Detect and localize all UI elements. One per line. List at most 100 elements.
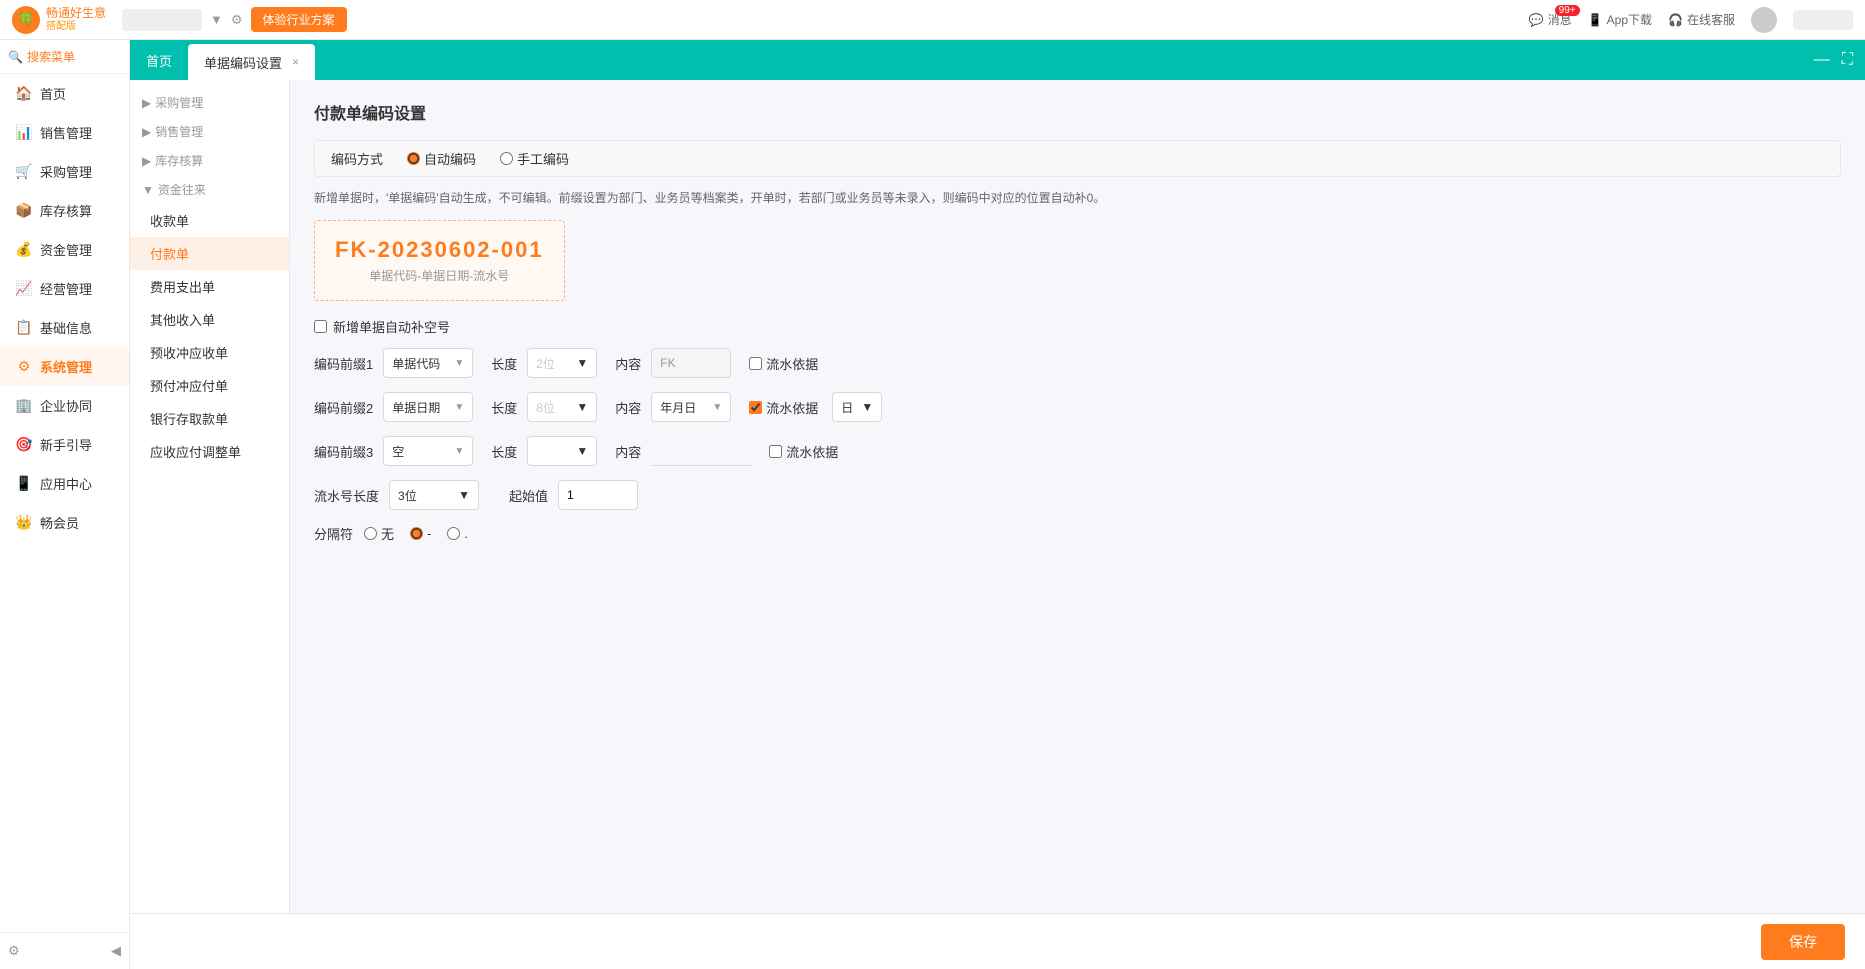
user-avatar[interactable] (1751, 7, 1777, 33)
sidebar-item-purchase[interactable]: 🛒 采购管理 (0, 152, 129, 191)
info-text: 新增单据时，'单据编码'自动生成，不可编辑。前缀设置为部门、业务员等档案类，开单… (314, 189, 1841, 208)
subnav-arrow-inventory: ▶ (142, 154, 151, 168)
search-menu-btn[interactable]: 🔍 搜索菜单 (0, 40, 129, 74)
code-preview-sub: 单据代码-单据日期-流水号 (335, 267, 544, 284)
prefix2-liushui-check[interactable]: 流水依据 (749, 398, 818, 417)
subnav-item-yingshou[interactable]: 应收应付调整单 (130, 435, 289, 468)
sep-option-dash[interactable]: - (410, 526, 431, 541)
serial-length-select[interactable]: 3位 ▼ (389, 480, 479, 510)
sidebar-collapse-icon[interactable]: ◀ (111, 943, 121, 959)
prefix3-content-input[interactable] (651, 436, 751, 466)
system-icon: ⚙ (16, 359, 32, 375)
top-bar-left: 🍀 畅通好生意 搭配版 ▼ ⚙ 体验行业方案 (12, 6, 347, 34)
settings-icon[interactable]: ⚙ (231, 12, 243, 28)
tab-minimize-btn[interactable]: — (1810, 47, 1834, 73)
prefix3-liushui-checkbox[interactable] (769, 445, 782, 458)
sep-dot-radio[interactable] (447, 527, 460, 540)
subnav-group-inventory-title[interactable]: ▶ 库存核算 (130, 146, 289, 175)
manual-code-option[interactable]: 手工编码 (500, 149, 569, 168)
sidebar-item-enterprise[interactable]: 🏢 企业协同 (0, 386, 129, 425)
subnav-item-shoukuan[interactable]: 收款单 (130, 204, 289, 237)
subnav-item-yinhang[interactable]: 银行存取款单 (130, 402, 289, 435)
prefix1-length-arrow-icon: ▼ (576, 356, 588, 370)
prefix3-liushui-check[interactable]: 流水依据 (769, 442, 838, 461)
subnav-item-fukuan[interactable]: 付款单 (130, 237, 289, 270)
tab-maximize-btn[interactable]: ⛶ (1838, 47, 1857, 73)
page-title: 付款单编码设置 (314, 100, 1841, 124)
online-service-btn[interactable]: 🎧在线客服 (1668, 11, 1735, 28)
prefix3-content-label: 内容 (615, 442, 641, 461)
start-value-label: 起始值 (509, 486, 548, 505)
finance-icon: 💰 (16, 242, 32, 258)
prefix2-length-select[interactable]: 8位 ▼ (527, 392, 597, 422)
brand: 🍀 畅通好生意 搭配版 (12, 6, 106, 34)
prefix3-length-label: 长度 (491, 442, 517, 461)
app-download-btn[interactable]: 📱App下载 (1588, 11, 1652, 28)
subnav-item-yuchong1[interactable]: 预收冲应收单 (130, 336, 289, 369)
top-bar-nav: ▼ ⚙ (122, 9, 243, 31)
tab-home[interactable]: 首页 (130, 40, 188, 80)
cta-button[interactable]: 体验行业方案 (251, 7, 347, 32)
prefix3-length-select[interactable]: ▼ (527, 436, 597, 466)
code-preview-value: FK-20230602-001 (335, 237, 544, 263)
auto-fill-checkbox[interactable] (314, 320, 327, 333)
sep-dash-radio[interactable] (410, 527, 423, 540)
start-value-input[interactable] (558, 480, 638, 510)
prefix1-select[interactable]: 单据代码 ▼ (383, 348, 473, 378)
config-row-prefix3: 编码前缀3 空 ▼ 长度 ▼ 内容 流水依据 (314, 436, 1841, 466)
subnav-group-sales-title[interactable]: ▶ 销售管理 (130, 117, 289, 146)
sidebar-item-basic[interactable]: 📋 基础信息 (0, 308, 129, 347)
prefix1-liushui-check[interactable]: 流水依据 (749, 354, 818, 373)
sidebar-item-operation[interactable]: 📈 经营管理 (0, 269, 129, 308)
auto-code-option[interactable]: 自动编码 (407, 149, 476, 168)
subnav-item-feiyong[interactable]: 费用支出单 (130, 270, 289, 303)
prefix2-content-arrow-icon: ▼ (712, 402, 722, 413)
main-layout: 🔍 搜索菜单 🏠 首页 📊 销售管理 🛒 采购管理 📦 库存核算 💰 资金管理 … (0, 40, 1865, 969)
sep-option-none[interactable]: 无 (364, 524, 394, 543)
tab-bar-actions: — ⛶ (1810, 47, 1865, 73)
subnav-group-purchase-title[interactable]: ▶ 采购管理 (130, 88, 289, 117)
subnav-group-capital-title[interactable]: ▼ 资金往来 (130, 175, 289, 204)
sidebar-item-system[interactable]: ⚙ 系统管理 (0, 347, 129, 386)
auto-fill-row: 新增单据自动补空号 (314, 317, 1841, 336)
prefix1-liushui-checkbox[interactable] (749, 357, 762, 370)
sep-none-radio[interactable] (364, 527, 377, 540)
sidebar-item-appcenter[interactable]: 📱 应用中心 (0, 464, 129, 503)
subnav-arrow-capital: ▼ (142, 183, 154, 197)
top-bar: 🍀 畅通好生意 搭配版 ▼ ⚙ 体验行业方案 💬 消息 99+ 📱App下载 🎧… (0, 0, 1865, 40)
prefix2-content-select[interactable]: 年月日 ▼ (651, 392, 731, 422)
sidebar-item-inventory[interactable]: 📦 库存核算 (0, 191, 129, 230)
prefix1-length-select[interactable]: 2位 ▼ (527, 348, 597, 378)
sidebar-settings-icon[interactable]: ⚙ (8, 943, 20, 959)
right-side: 首页 单据编码设置 × — ⛶ ▶ 采购管理 (130, 40, 1865, 969)
sidebar-item-member[interactable]: 👑 畅会员 (0, 503, 129, 542)
subnav-item-yuchong2[interactable]: 预付冲应付单 (130, 369, 289, 402)
dropdown-icon[interactable]: ▼ (210, 12, 223, 27)
sidebar-item-sales[interactable]: 📊 销售管理 (0, 113, 129, 152)
prefix2-liushui-checkbox[interactable] (749, 401, 762, 414)
sidebar-item-newbie[interactable]: 🎯 新手引导 (0, 425, 129, 464)
sidebar-item-home[interactable]: 🏠 首页 (0, 74, 129, 113)
breadcrumb-input[interactable] (122, 9, 202, 31)
prefix2-liushui-unit-select[interactable]: 日 ▼ (832, 392, 882, 422)
prefix2-arrow-icon: ▼ (454, 402, 464, 413)
tab-close-icon[interactable]: × (292, 55, 299, 69)
prefix2-select[interactable]: 单据日期 ▼ (383, 392, 473, 422)
prefix3-select[interactable]: 空 ▼ (383, 436, 473, 466)
auto-code-radio[interactable] (407, 152, 420, 165)
encoding-mode-label: 编码方式 (331, 149, 383, 168)
basic-icon: 📋 (16, 320, 32, 336)
save-button[interactable]: 保存 (1761, 924, 1845, 960)
message-btn[interactable]: 💬 消息 99+ (1529, 11, 1572, 28)
operation-icon: 📈 (16, 281, 32, 297)
manual-code-radio[interactable] (500, 152, 513, 165)
subnav-item-qita[interactable]: 其他收入单 (130, 303, 289, 336)
code-preview: FK-20230602-001 单据代码-单据日期-流水号 (314, 220, 565, 301)
bottom-bar: 保存 (130, 913, 1865, 969)
subnav-group-sales: ▶ 销售管理 (130, 117, 289, 146)
sep-option-dot[interactable]: . (447, 526, 468, 541)
tab-encoding-settings[interactable]: 单据编码设置 × (188, 44, 315, 80)
sidebar-item-finance[interactable]: 💰 资金管理 (0, 230, 129, 269)
prefix2-length-arrow-icon: ▼ (576, 400, 588, 414)
tab-bar: 首页 单据编码设置 × — ⛶ (130, 40, 1865, 80)
